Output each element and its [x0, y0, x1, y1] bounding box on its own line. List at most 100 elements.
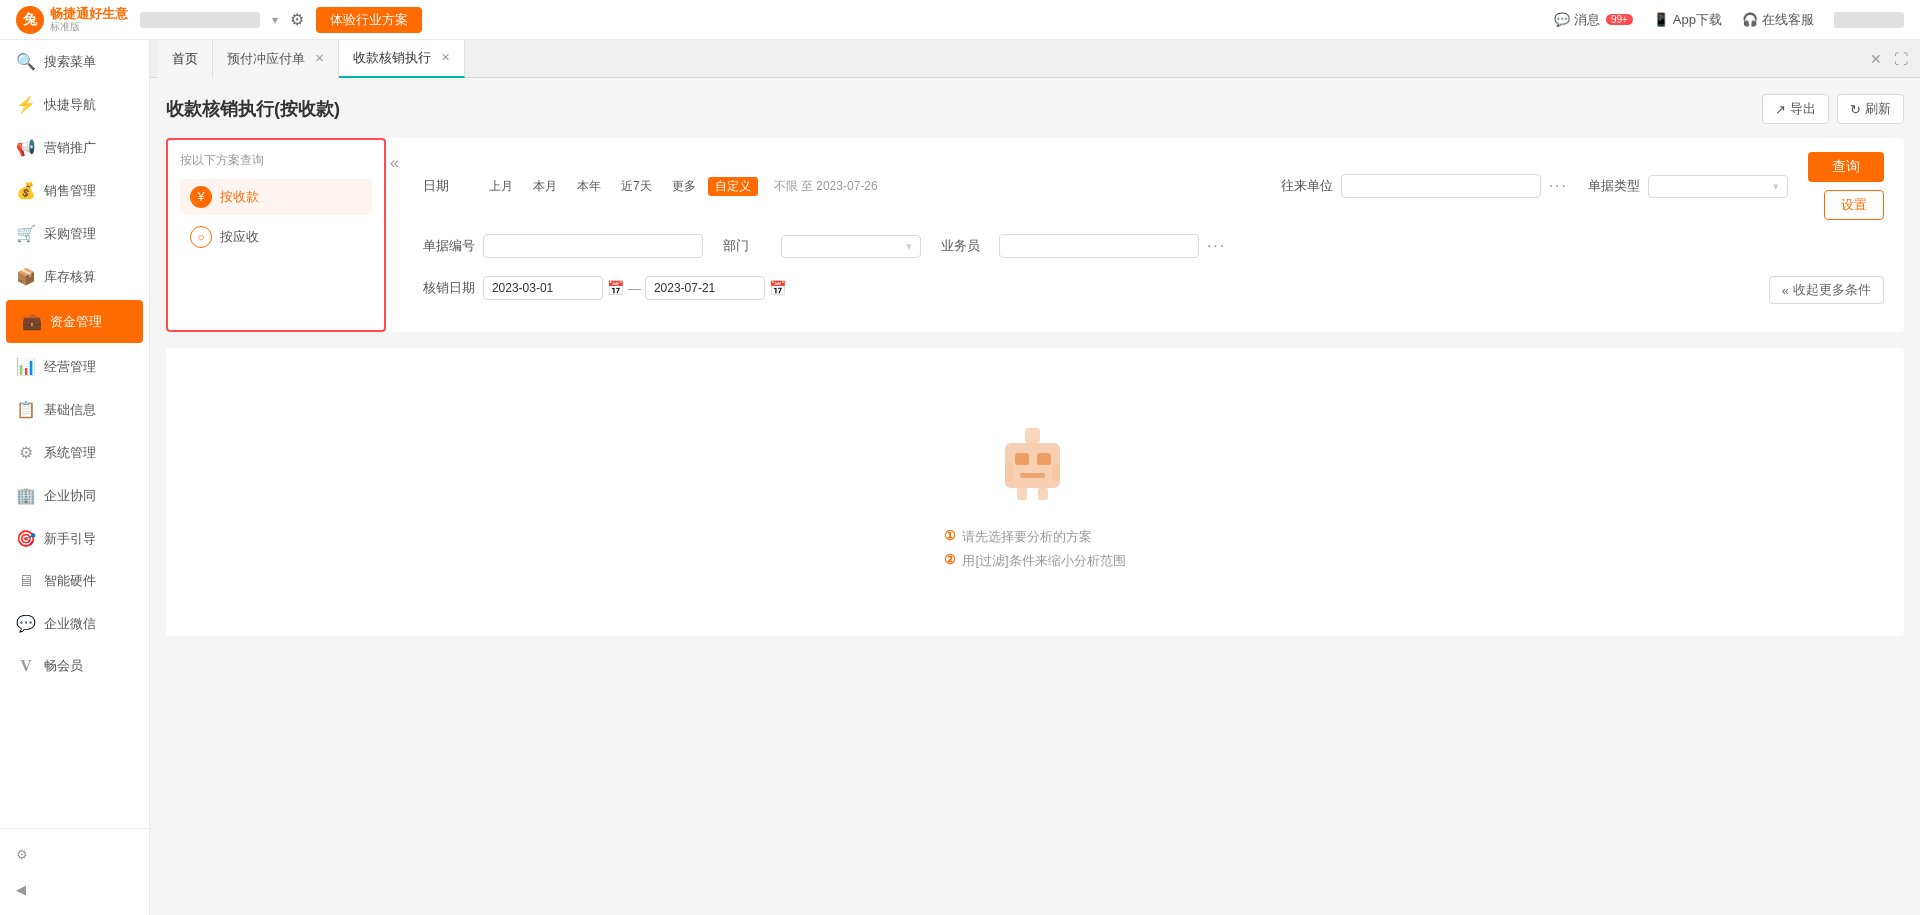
tab-expand-btn[interactable]: ⛶	[1890, 47, 1912, 71]
inventory-icon: 📦	[16, 267, 36, 286]
page-title-row: 收款核销执行(按收款) ↗ 导出 ↻ 刷新	[166, 94, 1904, 124]
tab-collect[interactable]: 收款核销执行 ✕	[339, 40, 465, 78]
export-icon: ↗	[1775, 102, 1786, 117]
staff-input[interactable]	[999, 234, 1199, 258]
filter-option-receivable-label: 按应收	[220, 228, 259, 246]
svg-rect-5	[1005, 463, 1013, 481]
verify-date-start[interactable]	[483, 276, 603, 300]
sidebar-label-sales: 销售管理	[44, 182, 96, 200]
sidebar-item-inventory[interactable]: 📦 库存核算	[0, 255, 149, 298]
tab-bar: 首页 预付冲应付单 ✕ 收款核销执行 ✕ ✕ ⛶	[150, 40, 1920, 78]
sidebar-label-ops: 经营管理	[44, 358, 96, 376]
verify-date-range: 📅 — 📅	[483, 276, 786, 300]
receipt-icon: ¥	[190, 186, 212, 208]
sidebar-label-shortcut: 快捷导航	[44, 96, 96, 114]
sidebar-item-marketing[interactable]: 📢 营销推广	[0, 126, 149, 169]
sidebar-label-hardware: 智能硬件	[44, 572, 96, 590]
filter-row-2: 单据编号 部门 ▾ 业务员	[423, 234, 1884, 258]
sidebar-settings-btn[interactable]: ⚙	[0, 837, 149, 872]
verify-date-start-cal[interactable]: 📅	[607, 280, 624, 296]
sidebar-item-search[interactable]: 🔍 搜索菜单	[0, 40, 149, 83]
verify-date-end-cal[interactable]: 📅	[769, 280, 786, 296]
sidebar-item-enterprise[interactable]: 🏢 企业协同	[0, 474, 149, 517]
finance-icon: 💼	[22, 312, 42, 331]
filter-row-1: 日期 上月 本月 本年 近7天 更多 自定义 不限 至 2023-07-26	[423, 152, 1884, 220]
message-action[interactable]: 💬 消息 99+	[1554, 11, 1633, 29]
collapse-more-button[interactable]: « 收起更多条件	[1769, 276, 1884, 304]
query-button[interactable]: 查询	[1808, 152, 1884, 182]
filter-option-receipt[interactable]: ¥ 按收款	[180, 179, 372, 215]
empty-illustration	[985, 408, 1085, 508]
refresh-button[interactable]: ↻ 刷新	[1837, 94, 1904, 124]
sidebar-item-basic[interactable]: 📋 基础信息	[0, 388, 149, 431]
receivable-icon: ○	[190, 226, 212, 248]
page-content: 收款核销执行(按收款) ↗ 导出 ↻ 刷新 按以下方案查询	[150, 78, 1920, 915]
refresh-label: 刷新	[1865, 100, 1891, 118]
staff-dots[interactable]: ···	[1207, 237, 1226, 255]
collapse-more-icon: «	[1782, 283, 1789, 298]
sidebar-item-system[interactable]: ⚙ 系统管理	[0, 431, 149, 474]
tab-bar-actions: ✕ ⛶	[1866, 47, 1912, 71]
sidebar-item-shortcut[interactable]: ⚡ 快捷导航	[0, 83, 149, 126]
marketing-icon: 📢	[16, 138, 36, 157]
sidebar-item-guide[interactable]: 🎯 新手引导	[0, 517, 149, 560]
tab-collect-close[interactable]: ✕	[441, 51, 450, 64]
export-button[interactable]: ↗ 导出	[1762, 94, 1829, 124]
sidebar-item-wechat[interactable]: 💬 企业微信	[0, 602, 149, 645]
filter-option-receivable[interactable]: ○ 按应收	[180, 219, 372, 255]
tab-prepay-label: 预付冲应付单	[227, 50, 305, 68]
filter-row-3: 核销日期 📅 — 📅 « 收起更多条件	[423, 272, 1884, 304]
sidebar-item-ops[interactable]: 📊 经营管理	[0, 345, 149, 388]
more-btn[interactable]: 更多	[664, 176, 704, 197]
last-month-btn[interactable]: 上月	[481, 176, 521, 197]
doc-num-input[interactable]	[483, 234, 703, 258]
sidebar-label-wechat: 企业微信	[44, 615, 96, 633]
export-label: 导出	[1790, 100, 1816, 118]
tip-text-1: 请先选择要分析的方案	[962, 528, 1092, 546]
filter-row-right: 查询 设置	[1808, 152, 1884, 220]
sidebar-item-purchase[interactable]: 🛒 采购管理	[0, 212, 149, 255]
trial-button[interactable]: 体验行业方案	[316, 7, 422, 33]
dept-select[interactable]: ▾	[781, 235, 921, 258]
svg-rect-8	[1038, 488, 1048, 500]
this-month-btn[interactable]: 本月	[525, 176, 565, 197]
collapse-icon: ◀	[16, 882, 26, 897]
sidebar-label-finance: 资金管理	[50, 313, 102, 331]
doc-type-chevron: ▾	[1773, 180, 1779, 193]
sidebar-collapse-btn[interactable]: ◀	[0, 872, 149, 907]
doc-type-select[interactable]: ▾	[1648, 175, 1788, 198]
app-download-action[interactable]: 📱 App下载	[1653, 11, 1722, 29]
sidebar-item-member[interactable]: V 畅会员	[0, 645, 149, 687]
tab-close-btn[interactable]: ✕	[1866, 47, 1886, 71]
svg-rect-2	[1037, 453, 1051, 465]
dept-chevron: ▾	[906, 240, 912, 253]
sidebar-item-sales[interactable]: 💰 销售管理	[0, 169, 149, 212]
verify-date-dash: —	[628, 281, 641, 296]
verify-date-end[interactable]	[645, 276, 765, 300]
gear-icon[interactable]: ⚙	[290, 10, 304, 29]
date-custom-badge[interactable]: 自定义	[708, 177, 758, 196]
sidebar-item-hardware[interactable]: 🖥 智能硬件	[0, 560, 149, 602]
tab-prepay[interactable]: 预付冲应付单 ✕	[213, 40, 339, 78]
this-year-btn[interactable]: 本年	[569, 176, 609, 197]
svg-rect-7	[1017, 488, 1027, 500]
counterpart-input[interactable]	[1341, 174, 1541, 198]
tab-home[interactable]: 首页	[158, 40, 213, 78]
online-service-action[interactable]: 🎧 在线客服	[1742, 11, 1814, 29]
header-chevron-icon[interactable]: ▾	[272, 13, 278, 27]
sidebar-label-member: 畅会员	[44, 657, 83, 675]
svg-rect-6	[1052, 463, 1060, 481]
staff-label: 业务员	[941, 237, 991, 255]
verify-date-label: 核销日期	[423, 279, 475, 297]
filter-collapse-btn[interactable]: «	[386, 150, 403, 176]
empty-tip-1: ① 请先选择要分析的方案	[944, 528, 1125, 546]
tip-num-1: ①	[944, 528, 956, 543]
sidebar-item-finance[interactable]: 💼 资金管理	[6, 300, 143, 343]
content-area: 首页 预付冲应付单 ✕ 收款核销执行 ✕ ✕ ⛶ 收款核销执行(按收款)	[150, 40, 1920, 915]
tab-prepay-close[interactable]: ✕	[315, 52, 324, 65]
counterpart-dots[interactable]: ···	[1549, 177, 1568, 195]
header-left: 兔 畅捷通好生意 标准版 ▾ ⚙ 体验行业方案	[16, 6, 422, 34]
settings-button[interactable]: 设置	[1824, 190, 1884, 220]
last-7days-btn[interactable]: 近7天	[613, 176, 660, 197]
message-badge: 99+	[1606, 14, 1633, 25]
